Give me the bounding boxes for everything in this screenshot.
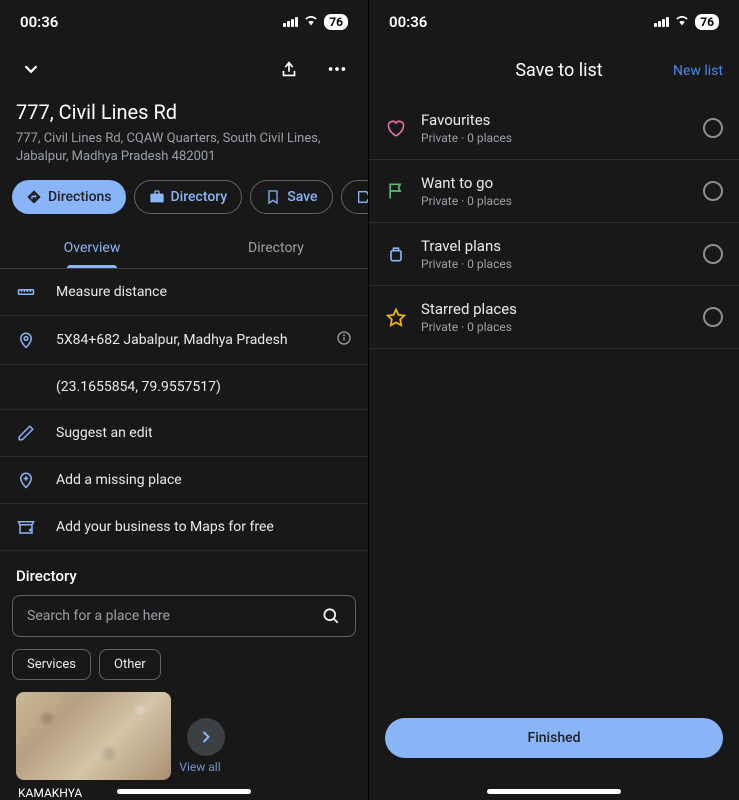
place-address: 777, Civil Lines Rd, CQAW Quarters, Sout… [16, 130, 352, 166]
list-starred[interactable]: Starred places Private · 0 places [369, 286, 739, 349]
filter-other[interactable]: Other [99, 649, 161, 680]
directions-button[interactable]: Directions [12, 180, 126, 214]
wifi-icon [303, 12, 319, 32]
status-time: 00:36 [20, 13, 58, 31]
measure-label: Measure distance [56, 284, 352, 300]
list-title: Travel plans [421, 237, 689, 255]
home-indicator[interactable] [487, 789, 621, 794]
more-button[interactable] [322, 54, 352, 88]
filter-chips: Services Other [0, 649, 368, 692]
radio-button[interactable] [703, 181, 723, 201]
save-header-title: Save to list [445, 60, 673, 81]
search-icon [321, 606, 341, 626]
cellular-icon [654, 17, 669, 27]
save-to-list-screen: 00:36 76 Save to list New list Favourite… [369, 0, 739, 800]
place-detail-screen: 00:36 76 777, Civil Lines Rd 777, Civil … [0, 0, 369, 800]
place-title: 777, Civil Lines Rd [16, 100, 352, 124]
place-card[interactable]: KAMAKHYA [16, 692, 171, 800]
list-favourites[interactable]: Favourites Private · 0 places [369, 97, 739, 160]
save-chip[interactable]: Save [250, 180, 332, 214]
add-location-icon [16, 471, 36, 489]
cellular-icon [283, 17, 298, 27]
directory-chip-label: Directory [171, 189, 228, 205]
list-want-to-go[interactable]: Want to go Private · 0 places [369, 160, 739, 223]
status-bar: 00:36 76 [0, 0, 368, 44]
coordinates-row[interactable]: (23.1655854, 79.9557517) [0, 365, 368, 410]
save-list: Favourites Private · 0 places Want to go… [369, 97, 739, 349]
directory-search[interactable] [12, 595, 356, 637]
filter-services[interactable]: Services [12, 649, 91, 680]
add-missing-label: Add a missing place [56, 472, 352, 488]
info-icon[interactable] [336, 330, 352, 350]
list-sub: Private · 0 places [421, 320, 689, 334]
measure-distance-row[interactable]: Measure distance [0, 269, 368, 316]
storefront-icon [16, 518, 36, 536]
directory-chip[interactable]: Directory [134, 180, 243, 214]
ruler-icon [16, 283, 36, 301]
directory-cards: KAMAKHYA View all [0, 692, 368, 800]
search-input[interactable] [27, 608, 321, 624]
home-indicator[interactable] [117, 789, 251, 794]
tab-bar: Overview Directory [0, 228, 368, 269]
add-business-label: Add your business to Maps for free [56, 519, 352, 535]
save-chip-label: Save [287, 189, 317, 205]
suggest-edit-label: Suggest an edit [56, 425, 352, 441]
status-indicators: 76 [654, 12, 719, 32]
title-section: 777, Civil Lines Rd 777, Civil Lines Rd,… [0, 96, 368, 180]
directions-label: Directions [48, 189, 112, 205]
flag-icon [385, 181, 407, 201]
star-icon [385, 307, 407, 327]
label-chip[interactable]: L [341, 180, 368, 214]
list-sub: Private · 0 places [421, 194, 689, 208]
location-pin-icon [16, 331, 36, 349]
place-card-image [16, 692, 171, 780]
heart-icon [385, 118, 407, 138]
status-bar: 00:36 76 [369, 0, 739, 44]
wifi-icon [674, 12, 690, 32]
radio-button[interactable] [703, 244, 723, 264]
top-action-bar [0, 44, 368, 96]
new-list-button[interactable]: New list [673, 63, 723, 79]
tab-directory[interactable]: Directory [184, 228, 368, 268]
pencil-icon [16, 424, 36, 442]
list-title: Favourites [421, 111, 689, 129]
suitcase-icon [385, 244, 407, 264]
collapse-button[interactable] [16, 54, 46, 88]
directory-section-header: Directory [0, 551, 368, 595]
list-travel-plans[interactable]: Travel plans Private · 0 places [369, 223, 739, 286]
finished-button[interactable]: Finished [385, 718, 723, 758]
share-button[interactable] [274, 54, 304, 88]
status-indicators: 76 [283, 12, 348, 32]
info-list: Measure distance 5X84+682 Jabalpur, Madh… [0, 269, 368, 551]
battery-indicator: 76 [324, 14, 348, 30]
add-missing-row[interactable]: Add a missing place [0, 457, 368, 504]
list-sub: Private · 0 places [421, 257, 689, 271]
list-sub: Private · 0 places [421, 131, 689, 145]
battery-indicator: 76 [695, 14, 719, 30]
list-title: Starred places [421, 300, 689, 318]
list-title: Want to go [421, 174, 689, 192]
status-time: 00:36 [389, 13, 427, 31]
save-header: Save to list New list [369, 44, 739, 97]
add-business-row[interactable]: Add your business to Maps for free [0, 504, 368, 551]
plus-code-row[interactable]: 5X84+682 Jabalpur, Madhya Pradesh [0, 316, 368, 365]
tab-overview[interactable]: Overview [0, 228, 184, 268]
next-button[interactable] [187, 718, 225, 756]
radio-button[interactable] [703, 118, 723, 138]
coordinates-text: (23.1655854, 79.9557517) [56, 379, 221, 395]
view-all-label: View all [179, 760, 220, 774]
radio-button[interactable] [703, 307, 723, 327]
plus-code-text: 5X84+682 Jabalpur, Madhya Pradesh [56, 332, 316, 348]
action-chips-row: Directions Directory Save L [0, 180, 368, 228]
suggest-edit-row[interactable]: Suggest an edit [0, 410, 368, 457]
